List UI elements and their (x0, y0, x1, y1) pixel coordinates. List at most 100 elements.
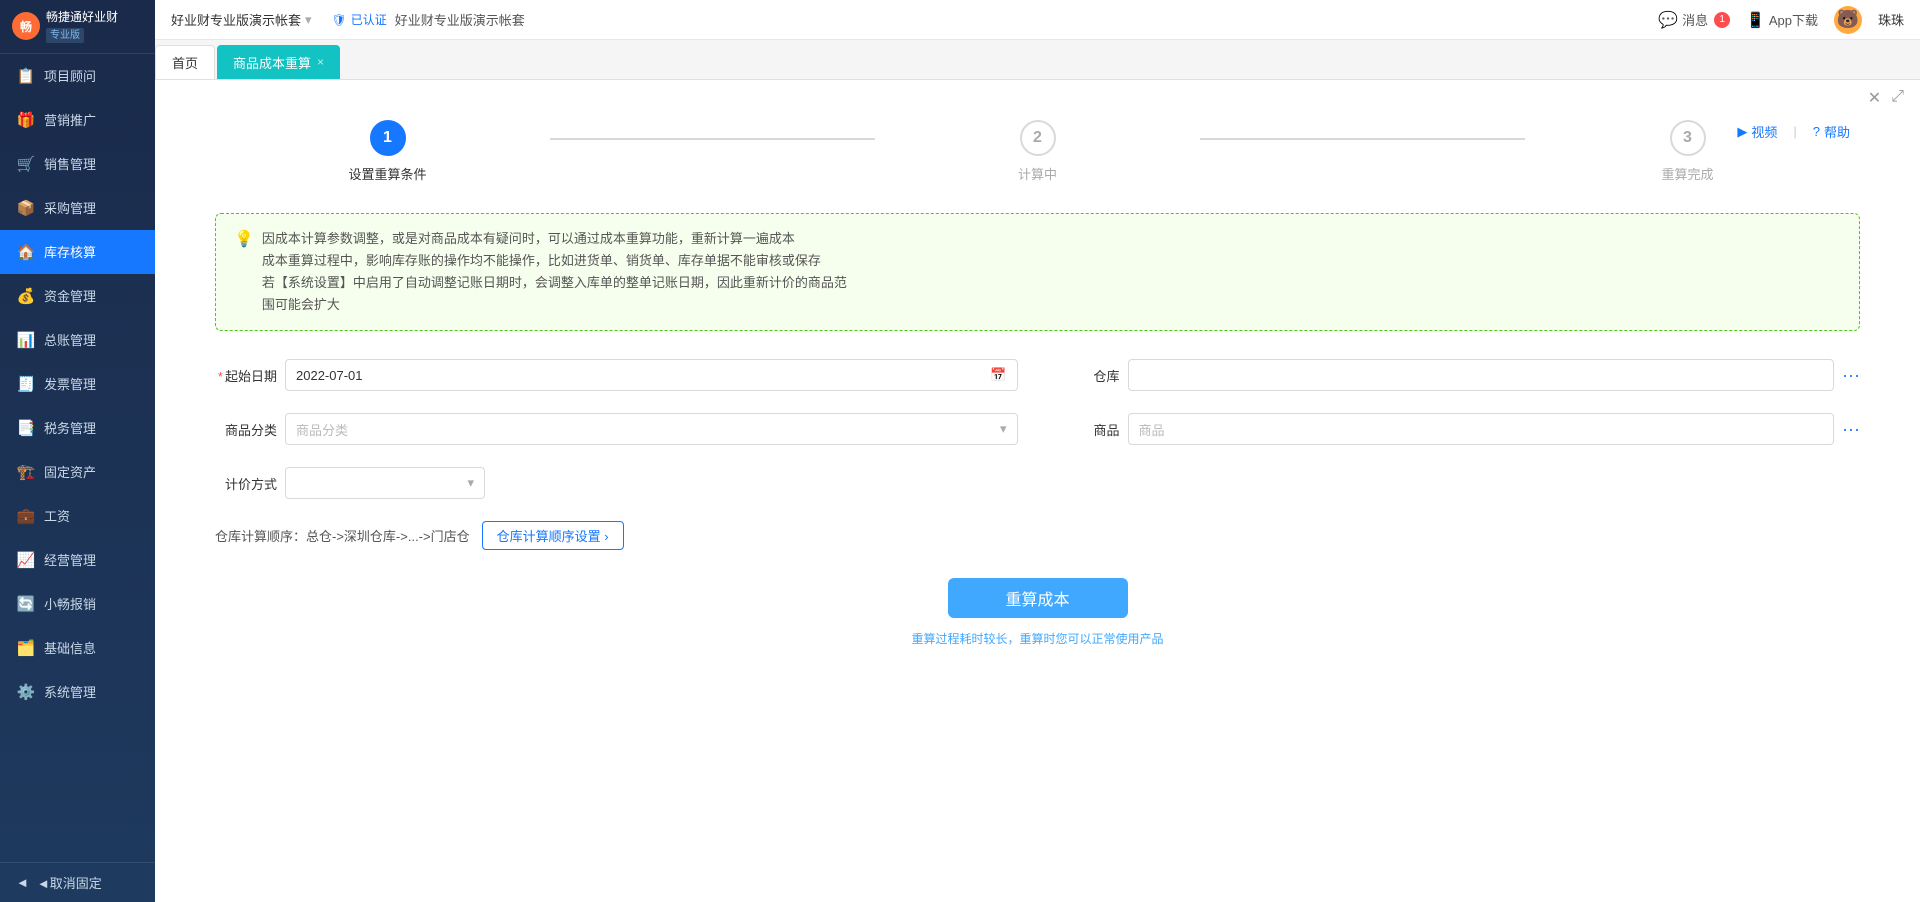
sidebar: 畅 畅捷通好业财 专业版 📋 项目顾问 🎁 营销推广 🛒 销售管理 📦 采购管理… (0, 0, 155, 902)
assets-icon: 🏗️ (16, 462, 36, 482)
user-name: 珠珠 (1878, 10, 1904, 29)
sidebar-item-system[interactable]: ⚙️ 系统管理 (0, 670, 155, 714)
user-avatar[interactable]: 🐻 (1834, 6, 1862, 34)
sidebar-item-project[interactable]: 📋 项目顾问 (0, 54, 155, 98)
expense-icon: 🔄 (16, 594, 36, 614)
company-selector[interactable]: 好业财专业版演示帐套 ▾ (171, 10, 312, 29)
basic-icon: 🗂️ (16, 638, 36, 658)
phone-icon: 📱 (1746, 11, 1765, 29)
sales-icon: 🛒 (16, 154, 36, 174)
sidebar-item-finance[interactable]: 💰 资金管理 (0, 274, 155, 318)
step-1: 1 设置重算条件 (225, 120, 550, 183)
form-row-1: 起始日期 2022-07-01 📅 仓库 ··· (215, 359, 1860, 391)
recalc-button[interactable]: 重算成本 (948, 578, 1128, 618)
sidebar-item-marketing[interactable]: 🎁 营销推广 (0, 98, 155, 142)
step-3-circle: 3 (1670, 120, 1706, 156)
sidebar-item-ledger[interactable]: 📊 总账管理 (0, 318, 155, 362)
topbar: 好业财专业版演示帐套 ▾ 🛡 已认证 好业财专业版演示帐套 💬 消息 1 📱 A… (155, 0, 1920, 40)
main-area: 好业财专业版演示帐套 ▾ 🛡 已认证 好业财专业版演示帐套 💬 消息 1 📱 A… (155, 0, 1920, 902)
goods-field: 商品 商品 ··· (1058, 413, 1861, 445)
app-logo-text: 畅捷通好业财 专业版 (46, 10, 118, 43)
inventory-icon: 🏠 (16, 242, 36, 262)
topbar-left: 好业财专业版演示帐套 ▾ 🛡 已认证 好业财专业版演示帐套 (171, 10, 1658, 29)
close-window-button[interactable]: ✕ (1868, 88, 1881, 108)
start-date-input[interactable]: 2022-07-01 📅 (285, 359, 1018, 391)
app-download-button[interactable]: 📱 App下载 (1746, 10, 1818, 29)
app-logo-icon: 畅 (12, 12, 40, 40)
content-area: ✕ ⤢ 1 设置重算条件 2 计算中 3 (155, 80, 1920, 902)
salary-icon: 💼 (16, 506, 36, 526)
verified-badge: 🛡 已认证 好业财专业版演示帐套 (332, 10, 525, 29)
steps-help: ▶ 视频 | ? 帮助 (1737, 122, 1850, 141)
goods-more-button[interactable]: ··· (1842, 419, 1860, 440)
ledger-icon: 📊 (16, 330, 36, 350)
warehouse-field: 仓库 ··· (1058, 359, 1861, 391)
step-line-1 (550, 138, 875, 140)
step-2-label: 计算中 (1018, 164, 1057, 183)
warehouse-label: 仓库 (1058, 366, 1128, 385)
warehouse-input[interactable] (1128, 359, 1835, 391)
warehouse-order-label: 仓库计算顺序：总仓->深圳仓库->...->门店仓 (215, 526, 470, 545)
sidebar-item-expense[interactable]: 🔄 小畅报销 (0, 582, 155, 626)
recalc-tip: 重算过程耗时较长，重算时您可以正常使用产品 (215, 630, 1860, 647)
tabbar: 首页 商品成本重算 × (155, 40, 1920, 80)
sidebar-item-salary[interactable]: 💼 工资 (0, 494, 155, 538)
step-2-circle: 2 (1020, 120, 1056, 156)
sidebar-item-sales[interactable]: 🛒 销售管理 (0, 142, 155, 186)
sidebar-item-basic[interactable]: 🗂️ 基础信息 (0, 626, 155, 670)
tab-close-button[interactable]: × (317, 55, 324, 69)
start-date-label: 起始日期 (215, 366, 285, 385)
warehouse-more-button[interactable]: ··· (1842, 365, 1860, 386)
pricing-label: 计价方式 (215, 474, 285, 493)
category-select[interactable]: 商品分类 ▾ (285, 413, 1018, 445)
expand-window-button[interactable]: ⤢ (1891, 88, 1904, 108)
sidebar-item-invoice[interactable]: 🧾 发票管理 (0, 362, 155, 406)
step-1-circle: 1 (370, 120, 406, 156)
help-link[interactable]: ? 帮助 (1813, 122, 1850, 141)
category-label: 商品分类 (215, 420, 285, 439)
shield-icon: 🛡 (332, 13, 347, 27)
video-help-link[interactable]: ▶ 视频 (1737, 122, 1777, 141)
finance-icon: 💰 (16, 286, 36, 306)
invoice-icon: 🧾 (16, 374, 36, 394)
tab-recalc[interactable]: 商品成本重算 × (217, 45, 340, 79)
tab-home[interactable]: 首页 (155, 45, 215, 79)
sidebar-item-purchase[interactable]: 📦 采购管理 (0, 186, 155, 230)
notice-text: 因成本计算参数调整，或是对商品成本有疑问时，可以通过成本重算功能，重新计算一遍成… (262, 228, 847, 316)
warehouse-order-row: 仓库计算顺序：总仓->深圳仓库->...->门店仓 仓库计算顺序设置 › (215, 521, 1860, 550)
avatar-image: 🐻 (1837, 9, 1859, 30)
calendar-icon[interactable]: 📅 (990, 367, 1006, 383)
sidebar-item-tax[interactable]: 📑 税务管理 (0, 406, 155, 450)
form-area: 起始日期 2022-07-01 📅 仓库 ··· 商品分类 (185, 359, 1890, 647)
operation-icon: 📈 (16, 550, 36, 570)
pricing-select[interactable]: ▾ (285, 467, 485, 499)
system-icon: ⚙️ (16, 682, 36, 702)
step-2: 2 计算中 (875, 120, 1200, 183)
project-icon: 📋 (16, 66, 36, 86)
pricing-chevron-icon: ▾ (467, 475, 474, 491)
category-chevron-icon: ▾ (1000, 421, 1007, 437)
step-line-2 (1200, 138, 1525, 140)
sidebar-item-inventory[interactable]: 🏠 库存核算 (0, 230, 155, 274)
purchase-icon: 📦 (16, 198, 36, 218)
steps-container: 1 设置重算条件 2 计算中 3 重算完成 ▶ 视频 | ? (185, 100, 1890, 183)
step-3-label: 重算完成 (1661, 164, 1713, 183)
notice-icon: 💡 (234, 229, 254, 316)
goods-label: 商品 (1058, 420, 1128, 439)
notice-box: 💡 因成本计算参数调整，或是对商品成本有疑问时，可以通过成本重算功能，重新计算一… (215, 213, 1860, 331)
start-date-field: 起始日期 2022-07-01 📅 (215, 359, 1018, 391)
marketing-icon: 🎁 (16, 110, 36, 130)
message-button[interactable]: 💬 消息 1 (1658, 10, 1730, 30)
sidebar-logo: 畅 畅捷通好业财 专业版 (0, 0, 155, 54)
message-icon: 💬 (1658, 10, 1678, 30)
warehouse-order-settings-button[interactable]: 仓库计算顺序设置 › (482, 521, 624, 550)
goods-input[interactable]: 商品 (1128, 413, 1835, 445)
window-controls: ✕ ⤢ (1868, 88, 1904, 108)
pin-icon: ◄ (16, 875, 29, 890)
sidebar-item-assets[interactable]: 🏗️ 固定资产 (0, 450, 155, 494)
sidebar-item-operation[interactable]: 📈 经营管理 (0, 538, 155, 582)
step-1-label: 设置重算条件 (348, 164, 426, 183)
sidebar-nav: 📋 项目顾问 🎁 营销推广 🛒 销售管理 📦 采购管理 🏠 库存核算 💰 资金管… (0, 54, 155, 862)
tax-icon: 📑 (16, 418, 36, 438)
sidebar-pin-toggle[interactable]: ◄ ◄取消固定 (0, 862, 155, 902)
